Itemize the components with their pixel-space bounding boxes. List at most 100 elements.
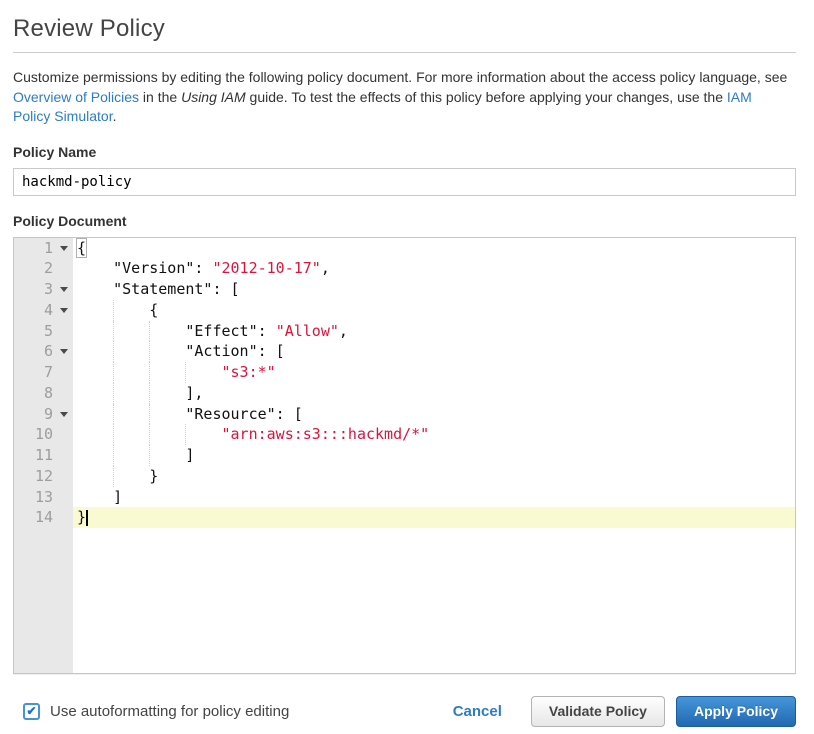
code-token: } [77, 467, 158, 485]
policy-document-editor[interactable]: 1234567891011121314 { "Version": "2012-1… [13, 237, 796, 674]
gutter-line-number: 9 [14, 404, 73, 425]
code-token: "Action": [ [77, 342, 285, 360]
line-number: 4 [44, 301, 53, 319]
fold-arrow-icon[interactable] [60, 412, 68, 417]
gutter-line-number: 10 [14, 424, 73, 445]
line-number: 13 [35, 488, 53, 506]
line-number: 11 [35, 446, 53, 464]
line-number: 6 [44, 342, 53, 360]
code-token: "Resource": [ [77, 405, 303, 423]
policy-name-label: Policy Name [13, 144, 796, 160]
autoformat-label: Use autoformatting for policy editing [50, 703, 289, 720]
gutter-line-number: 8 [14, 383, 73, 404]
code-token: ] [77, 446, 194, 464]
code-string-token: "2012-10-17" [212, 259, 320, 277]
code-token: "Version": [77, 259, 212, 277]
code-string-token: "arn:aws:s3:::hackmd/*" [222, 425, 430, 443]
line-number: 7 [44, 363, 53, 381]
indent-guide [113, 404, 114, 425]
gutter-line-number: 2 [14, 258, 73, 279]
code-string-token: "Allow" [276, 322, 339, 340]
code-line[interactable]: "arn:aws:s3:::hackmd/*" [73, 424, 795, 445]
code-line[interactable]: { [73, 238, 795, 259]
policy-name-input[interactable] [13, 168, 796, 196]
code-line[interactable]: ], [73, 383, 795, 404]
code-token: { [77, 239, 86, 257]
intro-paragraph: Customize permissions by editing the fol… [13, 68, 791, 127]
indent-guide [149, 362, 150, 383]
indent-guide [149, 404, 150, 425]
code-token: ], [77, 384, 203, 402]
page-title: Review Policy [13, 15, 796, 43]
line-number: 5 [44, 322, 53, 340]
gutter-line-number: 3 [14, 279, 73, 300]
code-line[interactable]: { [73, 300, 795, 321]
code-line[interactable]: "Resource": [ [73, 404, 795, 425]
code-token: , [321, 259, 330, 277]
gutter-line-number: 5 [14, 321, 73, 342]
editor-code-area[interactable]: { "Version": "2012-10-17", "Statement": … [73, 238, 795, 673]
cancel-link[interactable]: Cancel [453, 703, 502, 720]
code-token: , [339, 322, 348, 340]
gutter-line-number: 1 [14, 238, 73, 259]
code-string-token: "s3:*" [222, 363, 276, 381]
line-number: 1 [44, 239, 53, 257]
gutter-line-number: 13 [14, 487, 73, 508]
code-line[interactable]: ] [73, 445, 795, 466]
editor-gutter: 1234567891011121314 [14, 238, 73, 673]
indent-guide [149, 424, 150, 445]
code-line[interactable]: } [73, 507, 795, 528]
autoformat-option: Use autoformatting for policy editing [23, 703, 289, 720]
indent-guide [113, 466, 114, 487]
gutter-line-number: 11 [14, 445, 73, 466]
line-number: 8 [44, 384, 53, 402]
review-policy-page: Review Policy Customize permissions by e… [0, 15, 814, 727]
code-token: { [77, 301, 158, 319]
indent-guide [113, 445, 114, 466]
code-line[interactable]: } [73, 466, 795, 487]
indent-guide [149, 341, 150, 362]
code-line[interactable]: "s3:*" [73, 362, 795, 383]
intro-text-1: Customize permissions by editing the fol… [13, 69, 787, 85]
line-number: 3 [44, 280, 53, 298]
indent-guide [113, 362, 114, 383]
line-number: 10 [35, 425, 53, 443]
indent-guide [113, 341, 114, 362]
apply-policy-button[interactable]: Apply Policy [676, 696, 796, 727]
intro-text-3: guide. To test the effects of this polic… [246, 89, 727, 105]
policy-document-label: Policy Document [13, 213, 796, 229]
code-line[interactable]: ] [73, 487, 795, 508]
code-line[interactable]: "Version": "2012-10-17", [73, 258, 795, 279]
validate-policy-button[interactable]: Validate Policy [531, 696, 665, 727]
gutter-line-number: 14 [14, 507, 73, 528]
indent-guide [149, 383, 150, 404]
intro-text-2: in the [139, 89, 181, 105]
indent-guide [185, 424, 186, 445]
indent-guide [113, 424, 114, 445]
footer-bar: Use autoformatting for policy editing Ca… [13, 696, 796, 727]
autoformat-checkbox[interactable] [23, 703, 40, 720]
fold-arrow-icon[interactable] [60, 287, 68, 292]
code-token: "Statement": [ [77, 280, 240, 298]
gutter-line-number: 7 [14, 362, 73, 383]
fold-arrow-icon[interactable] [60, 308, 68, 313]
fold-arrow-icon[interactable] [60, 246, 68, 251]
fold-arrow-icon[interactable] [60, 349, 68, 354]
overview-of-policies-link[interactable]: Overview of Policies [13, 89, 139, 105]
footer-actions: Cancel Validate Policy Apply Policy [453, 696, 796, 727]
text-cursor [86, 510, 88, 526]
code-line[interactable]: "Effect": "Allow", [73, 321, 795, 342]
code-token: "Effect": [77, 322, 276, 340]
indent-guide [113, 321, 114, 342]
indent-guide [149, 321, 150, 342]
code-line[interactable]: "Action": [ [73, 341, 795, 362]
intro-text-4: . [113, 108, 117, 124]
line-number: 2 [44, 259, 53, 277]
gutter-line-number: 4 [14, 300, 73, 321]
code-token: ] [77, 488, 122, 506]
gutter-line-number: 6 [14, 341, 73, 362]
indent-guide [113, 300, 114, 321]
line-number: 12 [35, 467, 53, 485]
code-line[interactable]: "Statement": [ [73, 279, 795, 300]
line-number: 14 [35, 508, 53, 526]
